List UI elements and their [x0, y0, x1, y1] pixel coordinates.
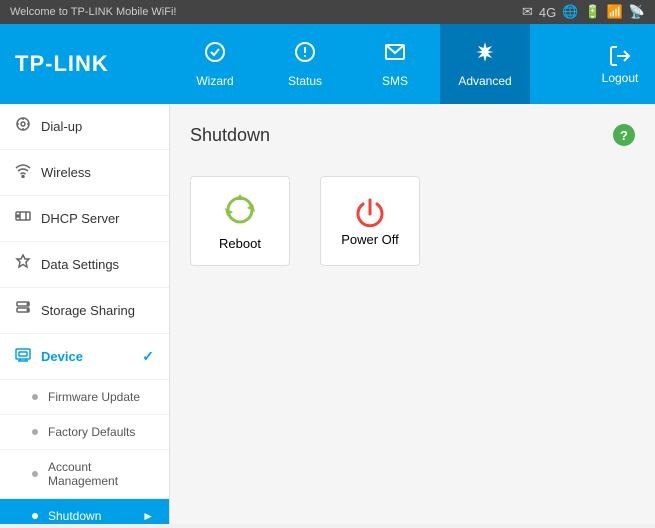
dhcp-label: DHCP Server [41, 211, 120, 226]
sidebar-item-data-settings[interactable]: Data Settings [0, 242, 169, 288]
poweroff-label: Power Off [341, 232, 399, 247]
sms-icon [383, 40, 407, 70]
email-icon: ✉ [522, 4, 533, 20]
reboot-icon [222, 192, 258, 228]
data-settings-label: Data Settings [41, 257, 119, 272]
main-layout: Dial-up Wireless [0, 104, 655, 524]
wireless-icon [15, 162, 31, 183]
sidebar-item-dial-up[interactable]: Dial-up [0, 104, 169, 150]
wireless-label: Wireless [41, 165, 91, 180]
reboot-label: Reboot [219, 236, 261, 251]
sidebar-item-wireless[interactable]: Wireless [0, 150, 169, 196]
sidebar-item-device[interactable]: Device ✓ [0, 334, 169, 380]
logout-icon [608, 44, 632, 71]
action-buttons: Reboot Power Off [190, 176, 635, 266]
sidebar-sub-account-management[interactable]: Account Management [0, 450, 169, 499]
dot-icon [32, 394, 38, 400]
header: TP-LINK Wizard Status [0, 24, 655, 104]
nav-status[interactable]: Status [260, 24, 350, 104]
sidebar: Dial-up Wireless [0, 104, 170, 524]
wizard-icon [203, 40, 227, 70]
content-area: Shutdown ? Reboot [170, 104, 655, 524]
sidebar-sub-firmware-update[interactable]: Firmware Update [0, 380, 169, 415]
dial-up-label: Dial-up [41, 119, 82, 134]
nav-status-label: Status [288, 74, 322, 88]
reboot-button[interactable]: Reboot [190, 176, 290, 266]
sim-icon: 📶 [607, 4, 623, 20]
device-label: Device [41, 349, 83, 364]
sidebar-sub-factory-defaults[interactable]: Factory Defaults [0, 415, 169, 450]
wifi-icon: 📡 [629, 4, 645, 20]
globe-icon: 🌐 [562, 4, 578, 20]
nav-sms-label: SMS [382, 74, 408, 88]
dial-up-icon [15, 116, 31, 137]
status-bar: Welcome to TP-LINK Mobile WiFi! ✉ 4G 🌐 🔋… [0, 0, 655, 24]
nav-area: Wizard Status SMS [170, 24, 655, 104]
chevron-down-icon: ✓ [142, 348, 154, 365]
factory-defaults-label: Factory Defaults [48, 425, 135, 439]
dhcp-icon [15, 208, 31, 229]
status-icons: ✉ 4G 🌐 🔋 📶 📡 [522, 4, 645, 20]
chevron-right-icon: ► [142, 509, 154, 523]
account-management-label: Account Management [48, 460, 154, 488]
nav-logout[interactable]: Logout [585, 24, 655, 104]
nav-advanced-label: Advanced [458, 74, 511, 88]
logo: TP-LINK [15, 51, 109, 76]
status-title: Welcome to TP-LINK Mobile WiFi! [10, 6, 176, 18]
shutdown-label: Shutdown [48, 509, 101, 523]
logo-area: TP-LINK [0, 51, 170, 77]
help-button[interactable]: ? [613, 124, 635, 146]
advanced-icon [473, 40, 497, 70]
content-header: Shutdown ? [190, 124, 635, 146]
storage-sharing-label: Storage Sharing [41, 303, 135, 318]
signal-icon: 4G [539, 5, 556, 20]
nav-wizard-label: Wizard [196, 74, 233, 88]
firmware-update-label: Firmware Update [48, 390, 140, 404]
battery-icon: 🔋 [584, 4, 600, 20]
dot-icon [32, 471, 38, 477]
sidebar-item-storage-sharing[interactable]: Storage Sharing [0, 288, 169, 334]
sidebar-sub-shutdown[interactable]: Shutdown ► [0, 499, 169, 524]
nav-sms[interactable]: SMS [350, 24, 440, 104]
poweroff-button[interactable]: Power Off [320, 176, 420, 266]
dot-icon [32, 429, 38, 435]
data-settings-icon [15, 254, 31, 275]
nav-advanced[interactable]: Advanced [440, 24, 530, 104]
poweroff-icon [352, 196, 388, 232]
page-title: Shutdown [190, 125, 270, 146]
logout-label: Logout [602, 71, 639, 85]
nav-wizard[interactable]: Wizard [170, 24, 260, 104]
status-nav-icon [293, 40, 317, 70]
dot-icon [32, 513, 38, 519]
device-icon [15, 346, 31, 367]
storage-sharing-icon [15, 300, 31, 321]
sidebar-item-dhcp[interactable]: DHCP Server [0, 196, 169, 242]
